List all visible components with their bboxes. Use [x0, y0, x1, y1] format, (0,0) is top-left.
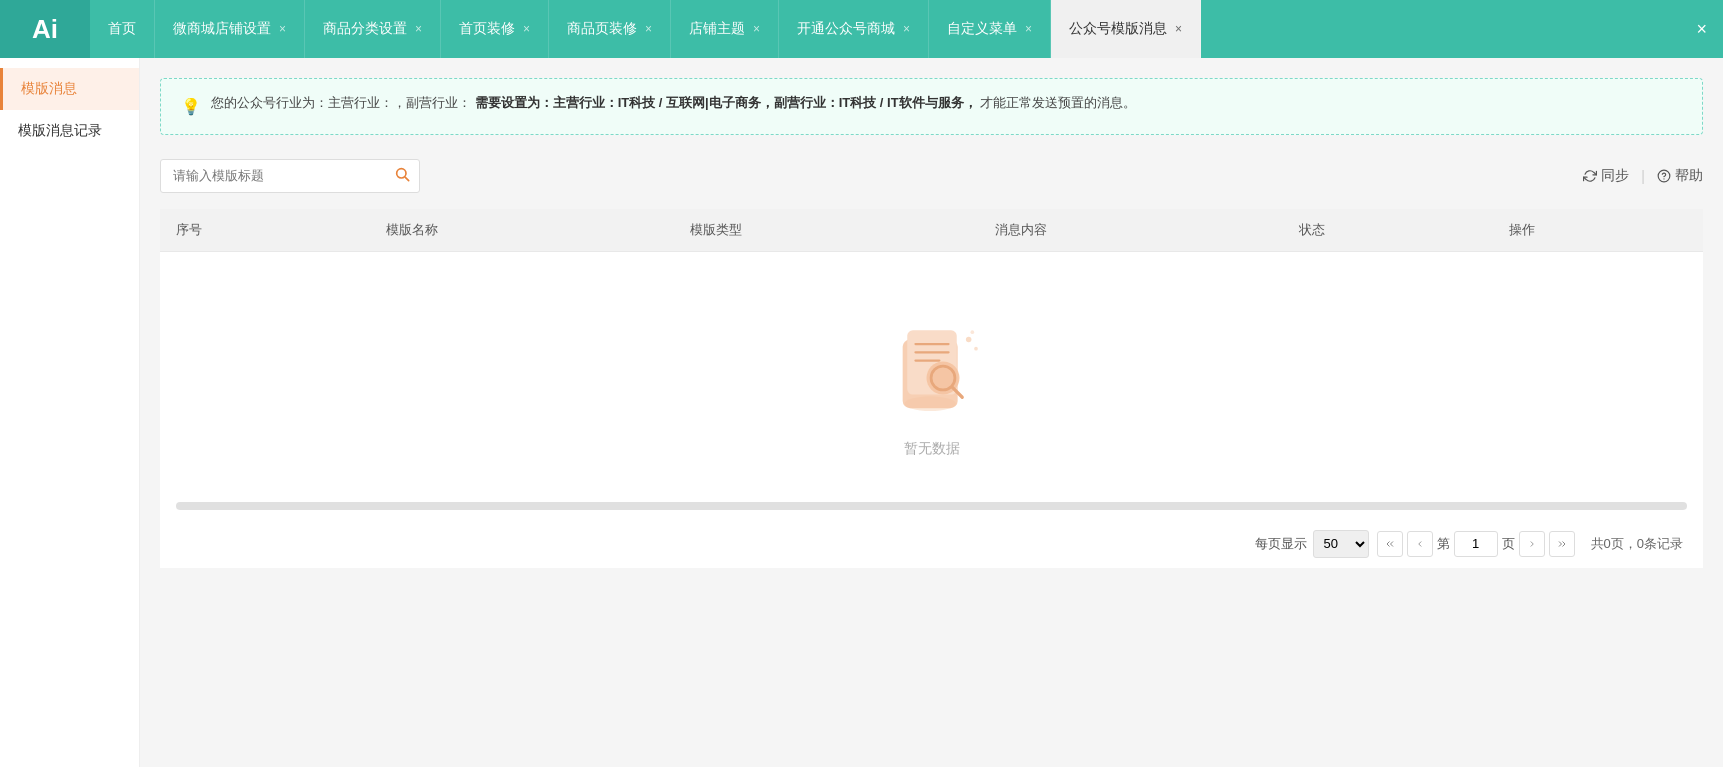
next-page-button[interactable]	[1519, 531, 1545, 557]
page-input[interactable]	[1454, 531, 1498, 557]
sidebar: 模版消息模版消息记录	[0, 58, 140, 767]
table-header-cell: 模版类型	[674, 209, 978, 252]
main-layout: 模版消息模版消息记录 💡 您的公众号行业为：主营行业：，副营行业： 需要设置为：…	[0, 58, 1723, 767]
svg-line-1	[405, 177, 408, 180]
tab-close-button[interactable]: ×	[415, 22, 422, 36]
table-container: 序号模版名称模版类型消息内容状态操作	[160, 209, 1703, 516]
tab-close-button[interactable]: ×	[1175, 22, 1182, 36]
nav-tab[interactable]: 首页装修×	[441, 0, 549, 58]
table-header-cell: 模版名称	[370, 209, 674, 252]
notice-icon: 💡	[181, 94, 201, 120]
tab-close-button[interactable]: ×	[1025, 22, 1032, 36]
nav-tab[interactable]: 自定义菜单×	[929, 0, 1051, 58]
last-page-button[interactable]	[1549, 531, 1575, 557]
search-input-wrap	[160, 159, 420, 193]
close-all-button[interactable]: ×	[1696, 19, 1707, 40]
first-page-button[interactable]	[1377, 531, 1403, 557]
empty-icon	[877, 312, 987, 422]
horizontal-scrollbar[interactable]	[176, 502, 1687, 510]
brand-logo: Ai	[0, 0, 90, 58]
tab-close-button[interactable]: ×	[903, 22, 910, 36]
sidebar-item[interactable]: 模版消息	[0, 68, 139, 110]
search-button[interactable]	[394, 166, 410, 186]
nav-tab[interactable]: 店铺主题×	[671, 0, 779, 58]
empty-state: 暂无数据	[160, 252, 1703, 498]
nav-tabs: 首页微商城店铺设置×商品分类设置×首页装修×商品页装修×店铺主题×开通公众号商城…	[90, 0, 1723, 58]
notice-banner: 💡 您的公众号行业为：主营行业：，副营行业： 需要设置为：主营行业：IT科技 /…	[160, 78, 1703, 135]
tab-close-button[interactable]: ×	[279, 22, 286, 36]
table-header-cell: 操作	[1493, 209, 1703, 252]
help-button[interactable]: 帮助	[1657, 167, 1703, 185]
svg-point-14	[974, 346, 978, 350]
pagination: 每页显示 102050100 第 页 共0页，0	[160, 516, 1703, 568]
notice-text: 您的公众号行业为：主营行业：，副营行业： 需要设置为：主营行业：IT科技 / 互…	[211, 93, 1682, 114]
divider: |	[1641, 168, 1645, 184]
nav-tab[interactable]: 首页	[90, 0, 155, 58]
table-header-row: 序号模版名称模版类型消息内容状态操作	[160, 209, 1703, 252]
tab-close-button[interactable]: ×	[645, 22, 652, 36]
table-header-cell: 序号	[160, 209, 370, 252]
scrollbar-row	[160, 498, 1703, 516]
toolbar-right: 同步 | 帮助	[1583, 167, 1703, 185]
notice-highlight: 需要设置为：主营行业：IT科技 / 互联网|电子商务，副营行业：IT科技 / I…	[475, 95, 977, 110]
table-header-cell: 消息内容	[979, 209, 1283, 252]
empty-text: 暂无数据	[904, 440, 960, 458]
tab-close-button[interactable]: ×	[753, 22, 760, 36]
nav-tab[interactable]: 商品分类设置×	[305, 0, 441, 58]
svg-point-15	[970, 330, 974, 334]
content-area: 💡 您的公众号行业为：主营行业：，副营行业： 需要设置为：主营行业：IT科技 /…	[140, 58, 1723, 767]
svg-point-13	[965, 336, 971, 342]
nav-tab[interactable]: 商品页装修×	[549, 0, 671, 58]
top-nav: Ai 首页微商城店铺设置×商品分类设置×首页装修×商品页装修×店铺主题×开通公众…	[0, 0, 1723, 58]
search-input[interactable]	[160, 159, 420, 193]
page-nav: 第 页	[1377, 531, 1575, 557]
search-row: 同步 | 帮助	[160, 159, 1703, 193]
svg-point-0	[397, 168, 406, 177]
page-total: 共0页，0条记录	[1591, 535, 1683, 553]
tab-close-button[interactable]: ×	[523, 22, 530, 36]
per-page-dropdown[interactable]: 102050100	[1313, 530, 1369, 558]
nav-tab[interactable]: 微商城店铺设置×	[155, 0, 305, 58]
per-page-select: 每页显示 102050100	[1255, 530, 1369, 558]
data-table: 序号模版名称模版类型消息内容状态操作	[160, 209, 1703, 252]
prev-page-button[interactable]	[1407, 531, 1433, 557]
nav-tab[interactable]: 开通公众号商城×	[779, 0, 929, 58]
sidebar-item[interactable]: 模版消息记录	[0, 110, 139, 152]
sync-button[interactable]: 同步	[1583, 167, 1629, 185]
table-header-cell: 状态	[1283, 209, 1493, 252]
nav-tab[interactable]: 公众号模版消息×	[1051, 0, 1201, 58]
